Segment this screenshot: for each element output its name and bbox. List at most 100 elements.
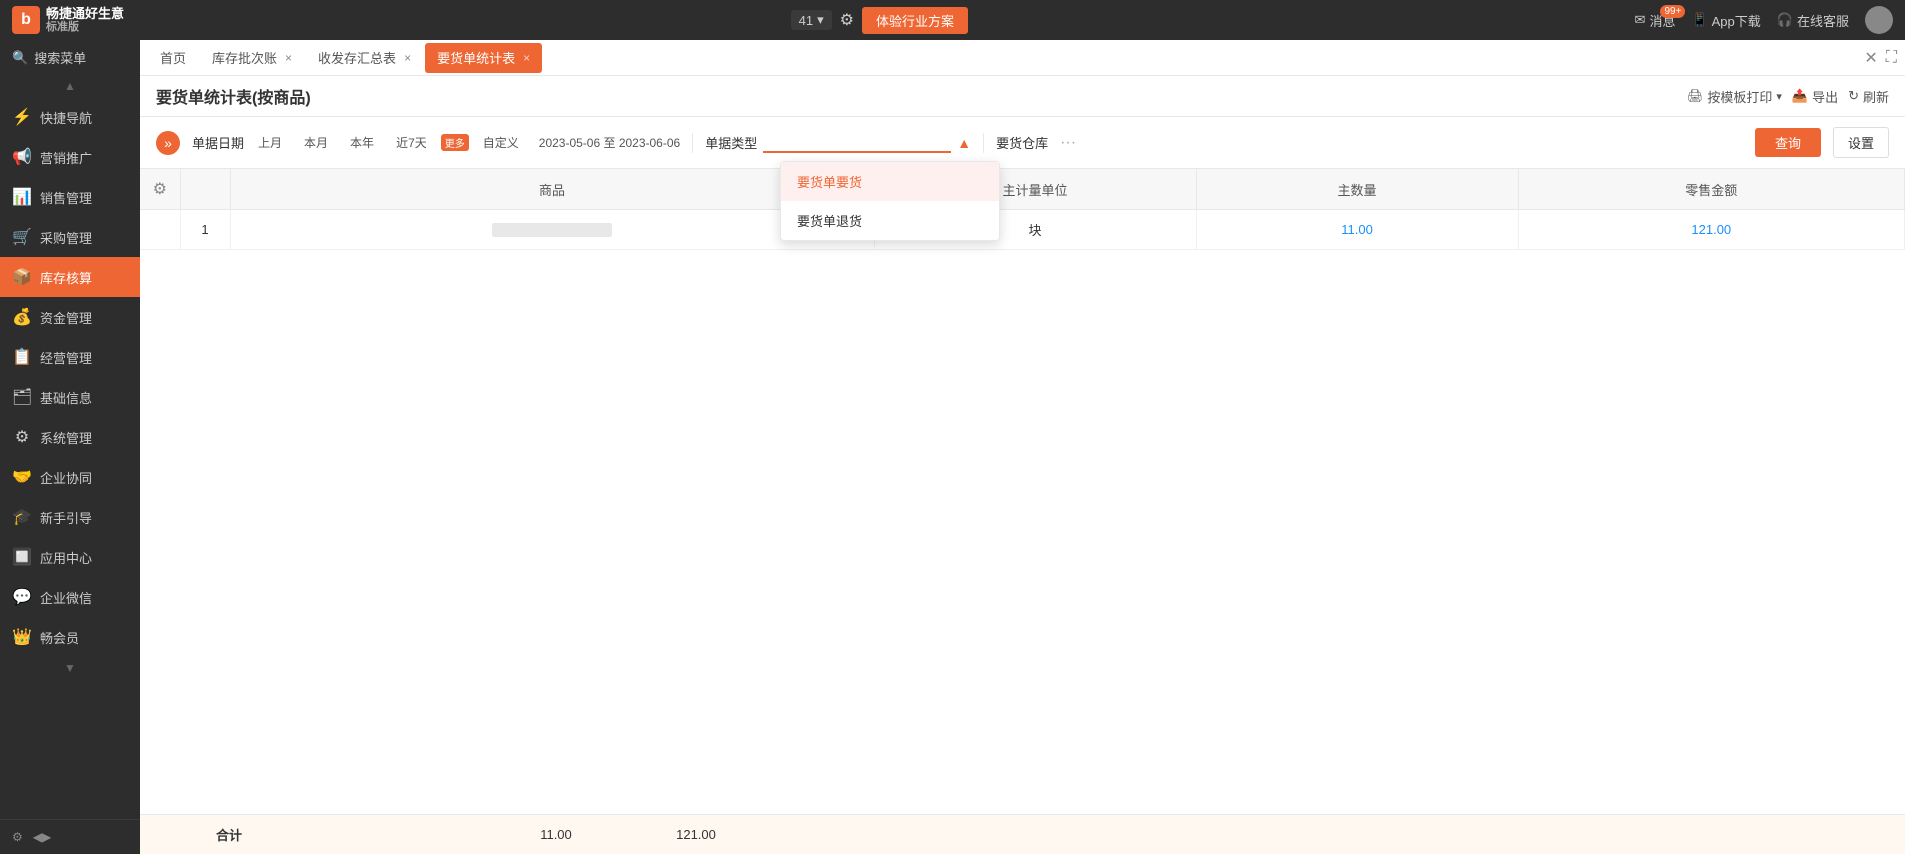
filter-expand-button[interactable]: » — [156, 131, 180, 155]
type-label: 单据类型 — [705, 133, 757, 152]
settings-button[interactable]: 设置 — [1833, 127, 1889, 158]
tab-expand-icon[interactable]: ⛶ — [1886, 49, 1897, 67]
logo-text-block: 畅捷通好生意 标准版 — [46, 7, 124, 33]
sidebar-item-vip[interactable]: 👑 畅会员 — [0, 617, 140, 657]
column-product-th: 商品 — [230, 169, 874, 210]
header-row: ⚙ 商品 主计量单位 主数量 — [140, 169, 1905, 210]
custom-date-button[interactable]: 自定义 — [475, 131, 527, 154]
user-avatar[interactable] — [1865, 6, 1893, 34]
tab-label-order-stat: 要货单统计表 — [437, 48, 515, 67]
dropdown-item-order-direct[interactable]: 要货单要货 — [781, 162, 999, 201]
refresh-label: 刷新 — [1863, 87, 1889, 106]
sidebar-bottom: ⚙ ◀▶ — [0, 819, 140, 854]
sales-label: 销售管理 — [40, 188, 92, 207]
type-dropdown-icon[interactable]: ▲ — [957, 135, 971, 151]
sidebar-scroll-up[interactable]: ▲ — [0, 75, 140, 97]
app-download-icon: 📱 — [1691, 12, 1707, 28]
tab-collect-summary[interactable]: 收发存汇总表× — [306, 43, 423, 73]
this-month-button[interactable]: 本月 — [296, 131, 336, 154]
type-dropdown-overlay: 要货单要货 要货单退货 — [780, 161, 1000, 241]
export-button[interactable]: 📤 导出 — [1792, 87, 1838, 106]
sidebar-item-operation[interactable]: 📋 经营管理 — [0, 337, 140, 377]
refresh-button[interactable]: ↻ 刷新 — [1848, 87, 1889, 106]
appstore-icon: 🔲 — [12, 547, 32, 567]
wechat-label: 企业微信 — [40, 588, 92, 607]
filter-divider — [692, 133, 693, 153]
content-area: 首页库存批次账×收发存汇总表×要货单统计表× ✕ ⛶ 要货单统计表(按商品) 🖨… — [140, 40, 1905, 854]
this-year-button[interactable]: 本年 — [342, 131, 382, 154]
message-icon: ✉ — [1635, 12, 1646, 28]
online-service-button[interactable]: 🎧 在线客服 — [1777, 11, 1849, 30]
sales-icon: 📊 — [12, 187, 32, 207]
export-label: 导出 — [1812, 87, 1838, 106]
vip-icon: 👑 — [12, 627, 32, 647]
sidebar-item-wechat[interactable]: 💬 企业微信 — [0, 577, 140, 617]
refresh-icon: ↻ — [1848, 88, 1859, 104]
search-menu-label: 搜索菜单 — [34, 48, 86, 67]
gear-icon[interactable]: ⚙ — [153, 181, 167, 198]
tab-bar-actions: ✕ ⛶ — [1864, 48, 1897, 68]
last-month-button[interactable]: 上月 — [250, 131, 290, 154]
date-filter-label: 单据日期 — [192, 133, 244, 152]
message-badge: 99+ — [1660, 5, 1685, 18]
query-button[interactable]: 查询 — [1755, 128, 1821, 157]
filter-area: » 单据日期 上月 本月 本年 近7天 更多 自定义 2023-05-06 至 … — [140, 117, 1905, 169]
date-filter-group: 单据日期 上月 本月 本年 近7天 更多 自定义 — [192, 131, 527, 154]
row-qty-cell: 11.00 — [1196, 210, 1518, 250]
tab-stock-batch[interactable]: 库存批次账 × — [200, 43, 304, 73]
tab-close-stock-batch[interactable]: × — [285, 51, 292, 65]
tab-close-all-icon[interactable]: ✕ — [1864, 48, 1877, 68]
guide-icon: 🎓 — [12, 507, 32, 527]
sidebar-scroll-down[interactable]: ▼ — [0, 657, 140, 679]
sidebar-item-quick-nav[interactable]: ⚡ 快捷导航 — [0, 97, 140, 137]
header-settings-icon[interactable]: ⚙ — [840, 10, 854, 30]
dropdown-item-order-return[interactable]: 要货单退货 — [781, 201, 999, 240]
quick-nav-label: 快捷导航 — [40, 108, 92, 127]
sidebar-item-appstore[interactable]: 🔲 应用中心 — [0, 537, 140, 577]
sidebar-item-basic[interactable]: 🗂 基础信息 — [0, 377, 140, 417]
inventory-label: 库存核算 — [40, 268, 92, 287]
store-number: 41 — [799, 13, 813, 28]
sidebar-item-system[interactable]: ⚙ 系统管理 — [0, 417, 140, 457]
purchase-icon: 🛒 — [12, 227, 32, 247]
more-date-badge[interactable]: 更多 — [441, 134, 469, 151]
dropdown-arrow-icon: ▾ — [817, 12, 824, 28]
product-name-placeholder — [492, 223, 612, 237]
search-menu-item[interactable]: 🔍 搜索菜单 — [0, 40, 140, 75]
sidebar-item-collab[interactable]: 🤝 企业协同 — [0, 457, 140, 497]
column-amount-th: 零售金额 — [1518, 169, 1904, 210]
sidebar-item-sales[interactable]: 📊 销售管理 — [0, 177, 140, 217]
app-download-label: App下载 — [1712, 11, 1761, 30]
sidebar-item-guide[interactable]: 🎓 新手引导 — [0, 497, 140, 537]
column-index-th — [180, 169, 230, 210]
sidebar-item-marketing[interactable]: 📢 营销推广 — [0, 137, 140, 177]
wechat-icon: 💬 — [12, 587, 32, 607]
warehouse-more-icon[interactable]: ··· — [1060, 134, 1076, 152]
footer-amount: 121.00 — [616, 827, 736, 842]
top-header: b 畅捷通好生意 标准版 41 ▾ ⚙ 体验行业方案 ✉ 消息 99+ 📱 Ap… — [0, 0, 1905, 40]
tab-label-stock-batch: 库存批次账 — [212, 48, 277, 67]
tab-order-stat[interactable]: 要货单统计表 × — [425, 43, 542, 73]
sidebar-collapse-icon[interactable]: ◀▶ — [33, 830, 51, 844]
store-selector[interactable]: 41 ▾ — [791, 10, 832, 30]
type-input[interactable] — [763, 132, 951, 153]
message-button[interactable]: ✉ 消息 99+ — [1635, 11, 1676, 30]
trial-button[interactable]: 体验行业方案 — [862, 7, 968, 34]
marketing-label: 营销推广 — [40, 148, 92, 167]
tab-home[interactable]: 首页 — [148, 43, 198, 73]
app-download-button[interactable]: 📱 App下载 — [1691, 11, 1760, 30]
sidebar-item-inventory[interactable]: 📦 库存核算 — [0, 257, 140, 297]
tab-close-collect-summary[interactable]: × — [404, 51, 411, 65]
sidebar-item-finance[interactable]: 💰 资金管理 — [0, 297, 140, 337]
marketing-icon: 📢 — [12, 147, 32, 167]
tab-label-home: 首页 — [160, 48, 186, 67]
tab-close-order-stat[interactable]: × — [523, 51, 530, 65]
purchase-label: 采购管理 — [40, 228, 92, 247]
recent7-button[interactable]: 近7天 — [388, 131, 435, 154]
table-row: 1 块 11.00 121.00 — [140, 210, 1905, 250]
sidebar-item-purchase[interactable]: 🛒 采购管理 — [0, 217, 140, 257]
date-range-display: 2023-05-06 至 2023-06-06 — [539, 134, 680, 151]
column-settings-th: ⚙ — [140, 169, 180, 210]
sidebar-settings-icon[interactable]: ⚙ — [12, 830, 23, 844]
print-button[interactable]: 🖨 按模板打印 ▾ — [1687, 87, 1782, 106]
